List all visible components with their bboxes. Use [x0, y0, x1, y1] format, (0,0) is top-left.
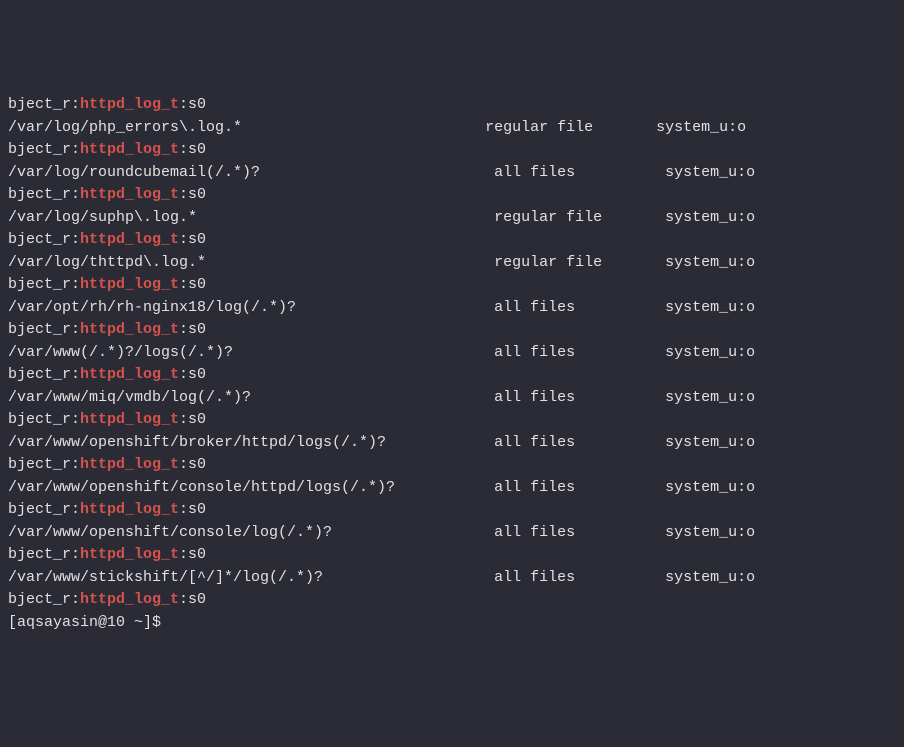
terminal-line: /var/log/roundcubemail(/.*)? all files s… [8, 162, 896, 185]
terminal-line: /var/www/stickshift/[^/]*/log(/.*)? all … [8, 567, 896, 590]
terminal-line: bject_r:httpd_log_t:s0 [8, 454, 896, 477]
terminal-text: /var/www/miq/vmdb/log(/.*)? all files sy… [8, 389, 755, 406]
terminal-line: [aqsayasin@10 ~]$ [8, 612, 896, 635]
terminal-text: :s0 [179, 321, 206, 338]
selinux-type-highlight: httpd_log_t [80, 366, 179, 383]
terminal-line: /var/www/openshift/console/httpd/logs(/.… [8, 477, 896, 500]
selinux-type-highlight: httpd_log_t [80, 186, 179, 203]
terminal-text: :s0 [179, 186, 206, 203]
terminal-text: bject_r: [8, 501, 80, 518]
terminal-text: bject_r: [8, 591, 80, 608]
terminal-line: bject_r:httpd_log_t:s0 [8, 274, 896, 297]
terminal-text: bject_r: [8, 276, 80, 293]
terminal-line: /var/log/suphp\.log.* regular file syste… [8, 207, 896, 230]
terminal-line: bject_r:httpd_log_t:s0 [8, 409, 896, 432]
terminal-line: bject_r:httpd_log_t:s0 [8, 139, 896, 162]
terminal-text: :s0 [179, 456, 206, 473]
terminal-line: /var/www/openshift/broker/httpd/logs(/.*… [8, 432, 896, 455]
terminal-text: /var/www(/.*)?/logs(/.*)? all files syst… [8, 344, 755, 361]
terminal-line: bject_r:httpd_log_t:s0 [8, 184, 896, 207]
selinux-type-highlight: httpd_log_t [80, 276, 179, 293]
terminal-text: :s0 [179, 231, 206, 248]
terminal-text: bject_r: [8, 411, 80, 428]
selinux-type-highlight: httpd_log_t [80, 456, 179, 473]
terminal-line: bject_r:httpd_log_t:s0 [8, 319, 896, 342]
terminal-text: :s0 [179, 501, 206, 518]
selinux-type-highlight: httpd_log_t [80, 546, 179, 563]
terminal-text: :s0 [179, 411, 206, 428]
selinux-type-highlight: httpd_log_t [80, 591, 179, 608]
terminal-line: bject_r:httpd_log_t:s0 [8, 544, 896, 567]
terminal-line: bject_r:httpd_log_t:s0 [8, 364, 896, 387]
terminal-line: bject_r:httpd_log_t:s0 [8, 589, 896, 612]
selinux-type-highlight: httpd_log_t [80, 96, 179, 113]
terminal-text: bject_r: [8, 321, 80, 338]
terminal-text: /var/log/php_errors\.log.* regular file … [8, 119, 746, 136]
terminal-text: /var/opt/rh/rh-nginx18/log(/.*)? all fil… [8, 299, 755, 316]
terminal-text: :s0 [179, 96, 206, 113]
terminal-text: bject_r: [8, 96, 80, 113]
terminal-text: :s0 [179, 591, 206, 608]
terminal-text: /var/log/roundcubemail(/.*)? all files s… [8, 164, 755, 181]
selinux-type-highlight: httpd_log_t [80, 231, 179, 248]
terminal-text: :s0 [179, 141, 206, 158]
terminal-text: /var/www/openshift/broker/httpd/logs(/.*… [8, 434, 755, 451]
terminal-line: /var/log/php_errors\.log.* regular file … [8, 117, 896, 140]
terminal-text: :s0 [179, 276, 206, 293]
terminal-text: bject_r: [8, 366, 80, 383]
terminal-text: :s0 [179, 546, 206, 563]
terminal-line: /var/log/thttpd\.log.* regular file syst… [8, 252, 896, 275]
terminal-text: /var/log/thttpd\.log.* regular file syst… [8, 254, 755, 271]
selinux-type-highlight: httpd_log_t [80, 411, 179, 428]
terminal-line: /var/www/openshift/console/log(/.*)? all… [8, 522, 896, 545]
terminal-text: [aqsayasin@10 ~]$ [8, 614, 170, 631]
terminal-line: /var/www/miq/vmdb/log(/.*)? all files sy… [8, 387, 896, 410]
terminal-text: bject_r: [8, 231, 80, 248]
terminal-text: /var/www/stickshift/[^/]*/log(/.*)? all … [8, 569, 755, 586]
terminal-text: bject_r: [8, 186, 80, 203]
terminal-line: bject_r:httpd_log_t:s0 [8, 94, 896, 117]
terminal-text: /var/www/openshift/console/httpd/logs(/.… [8, 479, 755, 496]
terminal-text: bject_r: [8, 456, 80, 473]
terminal-text: :s0 [179, 366, 206, 383]
terminal-line: /var/opt/rh/rh-nginx18/log(/.*)? all fil… [8, 297, 896, 320]
terminal-text: /var/log/suphp\.log.* regular file syste… [8, 209, 755, 226]
terminal-text: /var/www/openshift/console/log(/.*)? all… [8, 524, 755, 541]
selinux-type-highlight: httpd_log_t [80, 141, 179, 158]
terminal-line: bject_r:httpd_log_t:s0 [8, 229, 896, 252]
terminal-line: /var/www(/.*)?/logs(/.*)? all files syst… [8, 342, 896, 365]
terminal-text: bject_r: [8, 141, 80, 158]
selinux-type-highlight: httpd_log_t [80, 321, 179, 338]
terminal-output[interactable]: bject_r:httpd_log_t:s0/var/log/php_error… [8, 94, 896, 634]
selinux-type-highlight: httpd_log_t [80, 501, 179, 518]
terminal-text: bject_r: [8, 546, 80, 563]
terminal-line: bject_r:httpd_log_t:s0 [8, 499, 896, 522]
